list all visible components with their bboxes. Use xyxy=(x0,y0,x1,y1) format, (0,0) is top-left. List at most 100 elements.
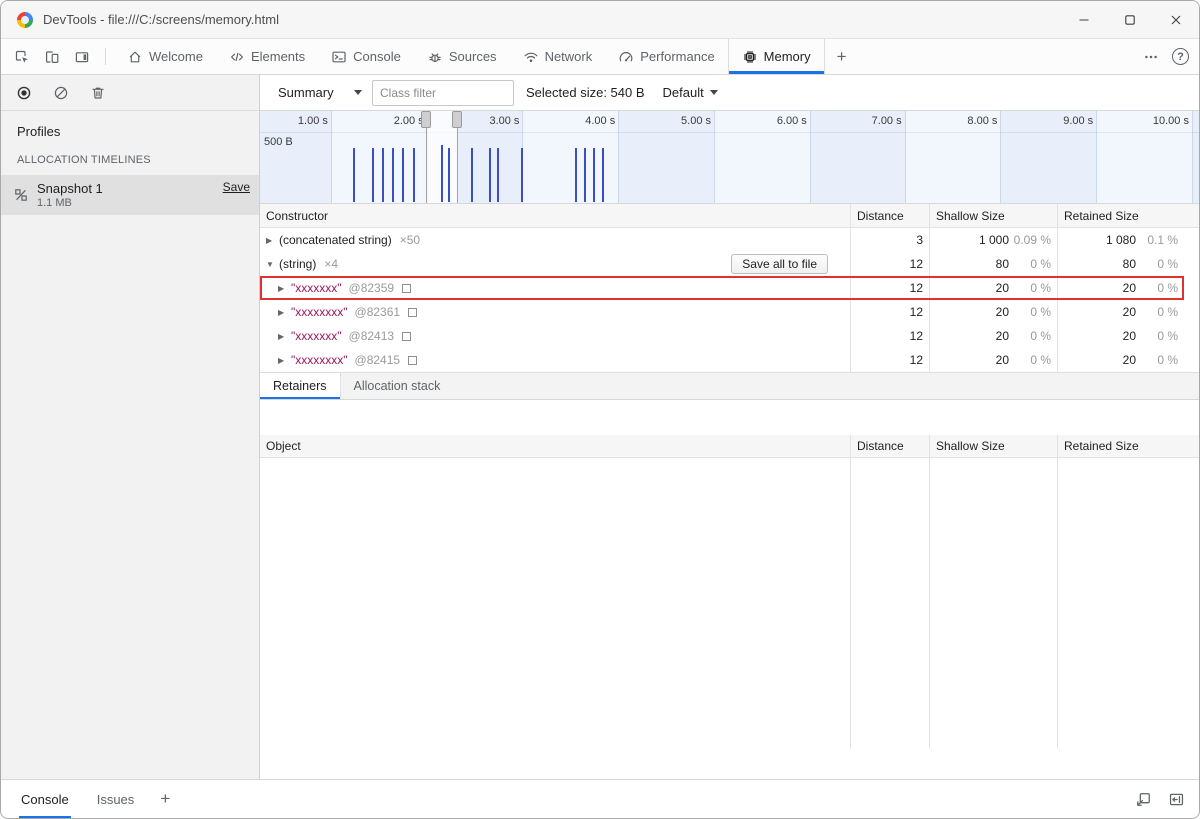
tab-retainers[interactable]: Retainers xyxy=(260,373,341,399)
memory-chip-icon xyxy=(742,49,758,65)
string-value: "xxxxxxx" xyxy=(291,329,342,343)
shallow-size-value: 20 xyxy=(996,353,1009,367)
shallow-size-value: 20 xyxy=(996,329,1009,343)
profiles-toolbar xyxy=(1,75,259,111)
disclosure-triangle-icon[interactable]: ▶ xyxy=(278,356,291,365)
chevron-down-icon xyxy=(354,90,362,95)
save-all-to-file-button[interactable]: Save all to file xyxy=(731,254,828,274)
chevron-down-icon xyxy=(710,90,718,95)
panel-tabbar: Welcome Elements Console Sources Network xyxy=(1,39,1199,75)
tab-label: Memory xyxy=(764,49,811,64)
column-header-constructor[interactable]: Constructor xyxy=(266,209,328,223)
filter-scope-select[interactable]: Default xyxy=(655,80,726,106)
more-options-icon[interactable] xyxy=(1136,49,1166,65)
record-allocation-button[interactable] xyxy=(14,83,34,103)
heap-row-string-instance[interactable]: ▶ "xxxxxxxx" @82415 12 200 % 200 % xyxy=(260,348,1199,372)
column-header-shallow-size[interactable]: Shallow Size xyxy=(936,439,1005,453)
help-icon[interactable]: ? xyxy=(1172,48,1189,65)
snapshot-item[interactable]: Snapshot 1 1.1 MB Save xyxy=(1,175,259,215)
column-header-distance[interactable]: Distance xyxy=(857,209,904,223)
class-filter-input[interactable] xyxy=(372,80,514,106)
shallow-size-value: 20 xyxy=(996,305,1009,319)
memory-panel: Summary Selected size: 540 B Default 1.0… xyxy=(260,75,1199,779)
title-bar: DevTools - file:///C:/screens/memory.htm… xyxy=(1,1,1199,39)
undock-drawer-icon[interactable] xyxy=(1135,791,1152,808)
bug-icon xyxy=(427,49,443,65)
drawer-tab-issues[interactable]: Issues xyxy=(83,780,149,818)
dock-side-button[interactable] xyxy=(67,39,97,74)
retained-size-percent: 0 % xyxy=(1136,257,1178,271)
retained-size-value: 20 xyxy=(1123,353,1136,367)
add-panel-button[interactable]: + xyxy=(825,39,859,74)
drawer-right-controls xyxy=(1135,780,1199,818)
reveal-object-icon[interactable] xyxy=(402,284,411,293)
timeline-handles xyxy=(260,111,1199,203)
column-header-distance[interactable]: Distance xyxy=(857,439,904,453)
clear-profiles-button[interactable] xyxy=(51,83,71,103)
window-title: DevTools - file:///C:/screens/memory.htm… xyxy=(43,12,279,27)
snapshot-text: Snapshot 1 1.1 MB xyxy=(37,181,103,209)
delete-profile-icon[interactable] xyxy=(88,83,108,103)
shallow-size-value: 80 xyxy=(996,257,1009,271)
column-header-object[interactable]: Object xyxy=(266,439,301,453)
selection-handle-left[interactable] xyxy=(421,111,431,128)
distance-value: 12 xyxy=(910,281,923,295)
snapshot-size: 1.1 MB xyxy=(37,197,103,209)
retained-size-value: 1 080 xyxy=(1106,233,1136,247)
disclosure-triangle-icon[interactable]: ▶ xyxy=(278,308,291,317)
tab-label: Network xyxy=(545,49,593,64)
inspect-element-button[interactable] xyxy=(7,39,37,74)
reveal-object-icon[interactable] xyxy=(408,356,417,365)
allocation-timelines-heading: ALLOCATION TIMELINES xyxy=(17,154,259,166)
heap-row-string-instance[interactable]: ▶ "xxxxxxx" @82359 12 200 % 200 % xyxy=(260,276,1199,300)
selected-size-label: Selected size: 540 B xyxy=(526,85,645,100)
disclosure-triangle-icon[interactable]: ▶ xyxy=(278,332,291,341)
object-id: @82359 xyxy=(349,281,395,295)
heap-row-string-instance[interactable]: ▶ "xxxxxxxx" @82361 12 200 % 200 % xyxy=(260,300,1199,324)
window-controls xyxy=(1061,1,1199,38)
retainers-spacer xyxy=(260,400,1199,435)
code-brackets-icon xyxy=(229,49,245,65)
tab-label: Sources xyxy=(449,49,497,64)
instance-count: ×50 xyxy=(400,233,420,247)
tab-sources[interactable]: Sources xyxy=(414,39,510,74)
disclosure-triangle-icon[interactable]: ▶ xyxy=(266,236,279,245)
object-id: @82415 xyxy=(355,353,401,367)
terminal-icon xyxy=(331,49,347,65)
reveal-object-icon[interactable] xyxy=(408,308,417,317)
disclosure-triangle-icon[interactable]: ▼ xyxy=(266,260,279,269)
drawer-tab-console[interactable]: Console xyxy=(7,780,83,818)
distance-value: 3 xyxy=(916,233,923,247)
tab-welcome[interactable]: Welcome xyxy=(114,39,216,74)
device-toolbar-button[interactable] xyxy=(37,39,67,74)
column-header-retained-size[interactable]: Retained Size xyxy=(1064,209,1139,223)
distance-value: 12 xyxy=(910,329,923,343)
filter-scope-value: Default xyxy=(663,85,704,100)
tab-allocation-stack[interactable]: Allocation stack xyxy=(341,373,454,399)
tab-network[interactable]: Network xyxy=(510,39,606,74)
column-header-retained-size[interactable]: Retained Size xyxy=(1064,439,1139,453)
allocation-timeline[interactable]: 1.00 s2.00 s3.00 s4.00 s5.00 s6.00 s7.00… xyxy=(260,111,1199,204)
tab-memory[interactable]: Memory xyxy=(728,39,825,74)
retained-size-percent: 0 % xyxy=(1136,281,1178,295)
tab-performance[interactable]: Performance xyxy=(605,39,727,74)
heap-row-concatenated-string[interactable]: ▶ (concatenated string) ×50 3 1 0000.09 … xyxy=(260,228,1199,252)
add-drawer-tab-button[interactable]: + xyxy=(148,780,182,818)
shallow-size-percent: 0 % xyxy=(1009,329,1051,343)
tab-console[interactable]: Console xyxy=(318,39,414,74)
devtools-window: DevTools - file:///C:/screens/memory.htm… xyxy=(0,0,1200,819)
collapse-drawer-icon[interactable] xyxy=(1168,791,1185,808)
reveal-object-icon[interactable] xyxy=(402,332,411,341)
tab-elements[interactable]: Elements xyxy=(216,39,318,74)
column-header-shallow-size[interactable]: Shallow Size xyxy=(936,209,1005,223)
heap-row-string[interactable]: ▼ (string) ×4 Save all to file 12 800 % … xyxy=(260,252,1199,276)
object-id: @82413 xyxy=(349,329,395,343)
disclosure-triangle-icon[interactable]: ▶ xyxy=(278,284,291,293)
close-button[interactable] xyxy=(1153,1,1199,38)
minimize-button[interactable] xyxy=(1061,1,1107,38)
heap-row-string-instance[interactable]: ▶ "xxxxxxx" @82413 12 200 % 200 % xyxy=(260,324,1199,348)
maximize-button[interactable] xyxy=(1107,1,1153,38)
save-snapshot-link[interactable]: Save xyxy=(223,180,250,194)
selection-handle-right[interactable] xyxy=(452,111,462,128)
perspective-select[interactable]: Summary xyxy=(270,80,370,106)
